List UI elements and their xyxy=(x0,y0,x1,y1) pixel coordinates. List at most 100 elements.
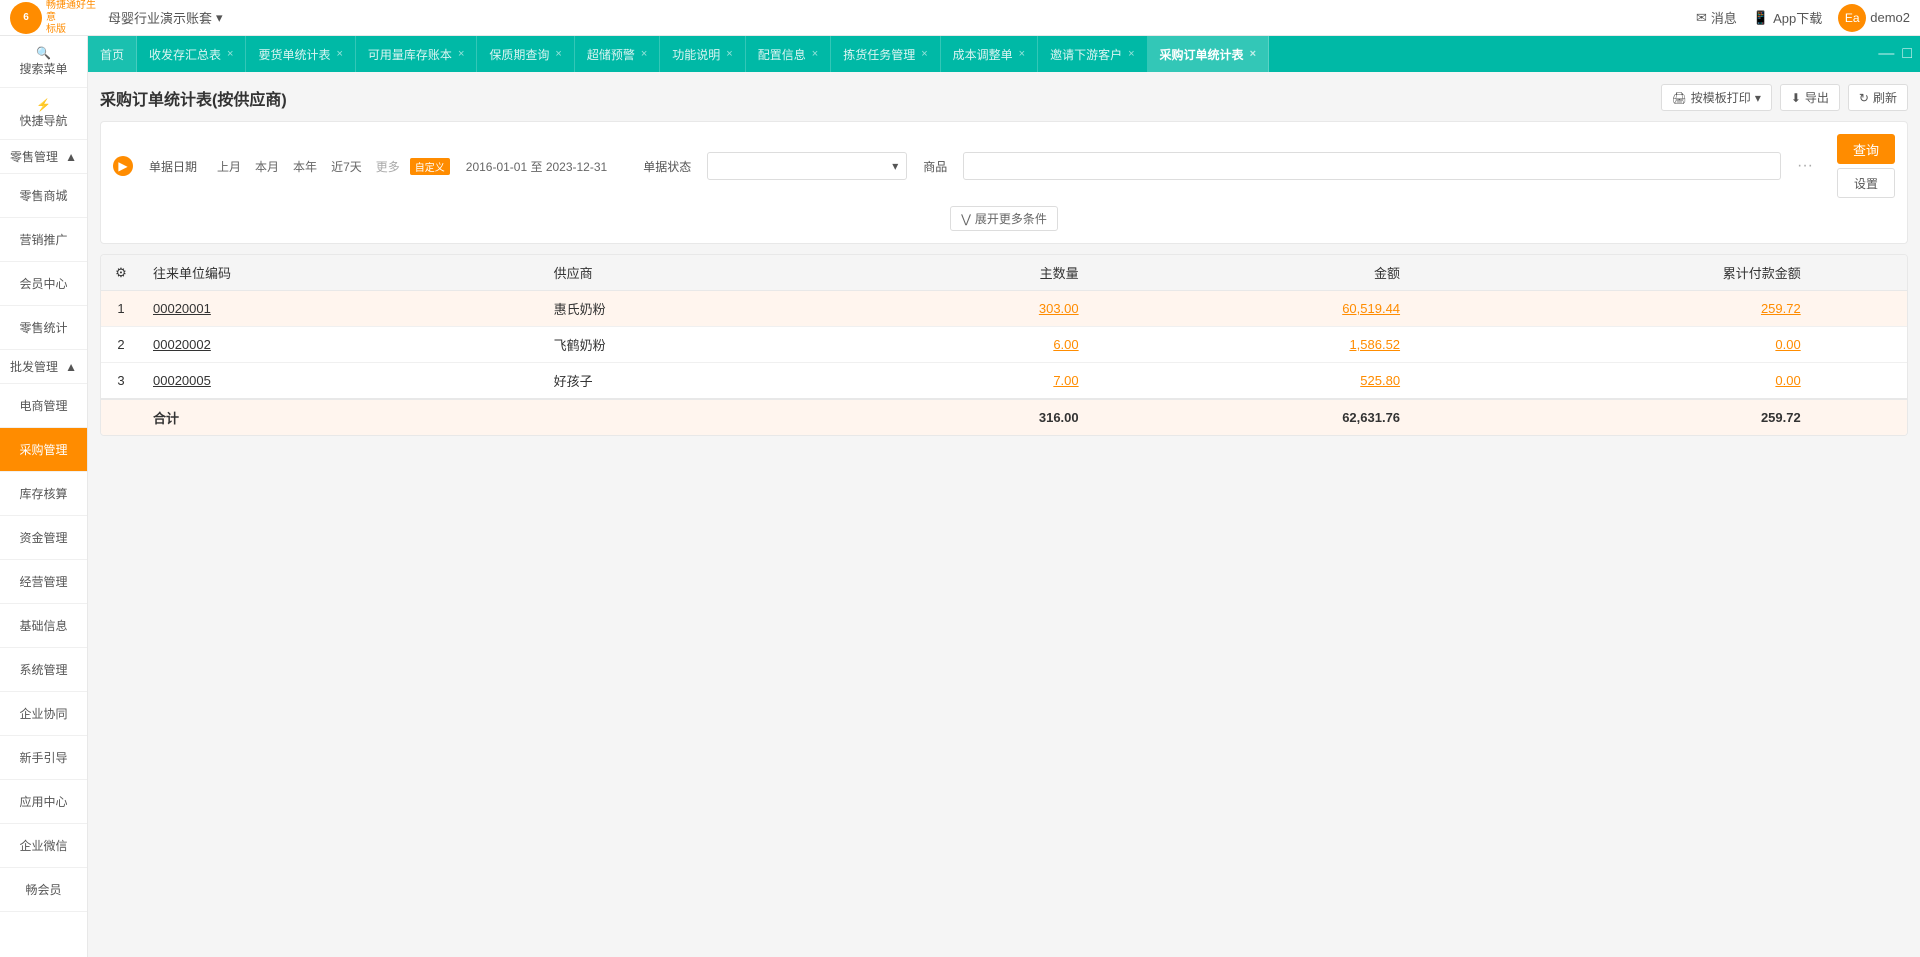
tab-label: 拣货任务管理 xyxy=(843,46,915,63)
row-extra xyxy=(1813,363,1907,400)
sidebar-item-inventory[interactable]: 库存核算 xyxy=(0,472,87,516)
sidebar-item-finance[interactable]: 资金管理 xyxy=(0,516,87,560)
close-icon[interactable]: × xyxy=(1128,48,1134,60)
row-code[interactable]: 00020002 xyxy=(141,327,542,363)
sidebar-item-enterprise-collab[interactable]: 企业协同 xyxy=(0,692,87,736)
th-settings[interactable]: ⚙ xyxy=(101,255,141,291)
sidebar-item-basic-info[interactable]: 基础信息 xyxy=(0,604,87,648)
export-label: 导出 xyxy=(1805,89,1829,106)
row-code[interactable]: 00020005 xyxy=(141,363,542,400)
tab-purchase-order-stats[interactable]: 采购订单统计表 × xyxy=(1148,36,1269,72)
shortcut-more[interactable]: 更多 xyxy=(372,157,404,176)
row-qty[interactable]: 7.00 xyxy=(840,363,1090,400)
row-qty[interactable]: 303.00 xyxy=(840,291,1090,327)
refresh-button[interactable]: ↻ 刷新 xyxy=(1848,84,1908,111)
row-code[interactable]: 00020001 xyxy=(141,291,542,327)
close-icon[interactable]: × xyxy=(227,48,233,60)
message-btn[interactable]: ✉ 消息 xyxy=(1696,8,1737,27)
close-icon[interactable]: × xyxy=(336,48,342,60)
tab-receive-summary[interactable]: 收发存汇总表 × xyxy=(137,36,246,72)
tab-available-inventory[interactable]: 可用量库存账本 × xyxy=(356,36,477,72)
export-button[interactable]: ⬇ 导出 xyxy=(1780,84,1840,111)
sidebar-item-label: 零售统计 xyxy=(19,319,67,336)
row-paid[interactable]: 0.00 xyxy=(1412,327,1813,363)
custom-badge[interactable]: 自定义 xyxy=(410,158,450,175)
close-icon[interactable]: × xyxy=(1019,48,1025,60)
row-paid[interactable]: 0.00 xyxy=(1412,363,1813,400)
row-amount[interactable]: 525.80 xyxy=(1091,363,1412,400)
sidebar-item-label: 企业微信 xyxy=(19,837,67,854)
row-no: 3 xyxy=(101,363,141,400)
shortcut-7days[interactable]: 近7天 xyxy=(327,157,366,176)
tab-requisition-stats[interactable]: 要货单统计表 × xyxy=(246,36,355,72)
row-supplier: 飞鹤奶粉 xyxy=(542,327,841,363)
sidebar-item-retail-stats[interactable]: 零售统计 xyxy=(0,306,87,350)
message-icon: ✉ xyxy=(1696,10,1707,26)
sidebar-item-search[interactable]: 🔍 搜索菜单 xyxy=(0,36,87,88)
minimize-button[interactable]: — xyxy=(1878,45,1894,63)
tab-invite-downstream[interactable]: 邀请下游客户 × xyxy=(1038,36,1147,72)
sidebar-item-label: 零售商城 xyxy=(19,187,67,204)
user-area[interactable]: Ea demo2 xyxy=(1838,4,1910,32)
sidebar-item-purchase[interactable]: 采购管理 xyxy=(0,428,87,472)
close-icon[interactable]: × xyxy=(458,48,464,60)
row-amount[interactable]: 60,519.44 xyxy=(1091,291,1412,327)
sidebar-item-enterprise-wechat[interactable]: 企业微信 xyxy=(0,824,87,868)
close-icon[interactable]: × xyxy=(921,48,927,60)
sidebar-item-label: 系统管理 xyxy=(19,661,67,678)
sidebar-item-retail-mall[interactable]: 零售商城 xyxy=(0,174,87,218)
status-select[interactable]: ▾ xyxy=(707,152,907,180)
template-print-button[interactable]: 🖨 按模板打印 ▾ xyxy=(1661,84,1772,111)
sidebar-item-retail-mgmt[interactable]: 零售管理 ▲ xyxy=(0,140,87,174)
settings-button[interactable]: 设置 xyxy=(1837,168,1895,198)
sidebar-item-newbie[interactable]: 新手引导 xyxy=(0,736,87,780)
footer-empty2 xyxy=(542,399,841,435)
close-icon[interactable]: × xyxy=(1250,48,1256,60)
app-download-label: App下载 xyxy=(1773,8,1822,27)
expand-icon: ⋁ xyxy=(961,212,971,226)
filter-toggle-btn[interactable]: ▶ xyxy=(113,156,133,176)
sidebar-item-app-center[interactable]: 应用中心 xyxy=(0,780,87,824)
sidebar: 🔍 搜索菜单 ⚡ 快捷导航 零售管理 ▲ 零售商城 营销推广 会员中心 零售统计… xyxy=(0,36,88,957)
print-icon: 🖨 xyxy=(1672,91,1687,105)
goods-input[interactable] xyxy=(963,152,1781,180)
maximize-button[interactable]: □ xyxy=(1902,45,1912,63)
expand-conditions-btn[interactable]: ⋁ 展开更多条件 xyxy=(950,206,1058,231)
message-label: 消息 xyxy=(1711,8,1737,27)
sidebar-item-label: 零售管理 xyxy=(10,148,58,165)
sidebar-item-vip[interactable]: 畅会员 xyxy=(0,868,87,912)
row-paid[interactable]: 259.72 xyxy=(1412,291,1813,327)
company-dropdown[interactable]: 母婴行业演示账套 ▾ xyxy=(98,8,1696,27)
tab-expiry-query[interactable]: 保质期查询 × xyxy=(477,36,574,72)
row-qty[interactable]: 6.00 xyxy=(840,327,1090,363)
app-download-btn[interactable]: 📱 App下载 xyxy=(1753,8,1822,27)
sidebar-item-wholesale[interactable]: 批发管理 ▲ xyxy=(0,350,87,384)
sidebar-item-quicknav[interactable]: ⚡ 快捷导航 xyxy=(0,88,87,140)
sidebar-item-member[interactable]: 会员中心 xyxy=(0,262,87,306)
shortcut-this-month[interactable]: 本月 xyxy=(251,157,283,176)
close-icon[interactable]: × xyxy=(812,48,818,60)
sidebar-item-operations[interactable]: 经营管理 xyxy=(0,560,87,604)
tab-config-info[interactable]: 配置信息 × xyxy=(746,36,831,72)
close-icon[interactable]: × xyxy=(726,48,732,60)
row-amount[interactable]: 1,586.52 xyxy=(1091,327,1412,363)
shortcut-last-month[interactable]: 上月 xyxy=(213,157,245,176)
refresh-label: 刷新 xyxy=(1873,89,1897,106)
shortcut-this-year[interactable]: 本年 xyxy=(289,157,321,176)
tab-home[interactable]: 首页 xyxy=(88,36,137,72)
sidebar-item-marketing[interactable]: 营销推广 xyxy=(0,218,87,262)
close-icon[interactable]: × xyxy=(555,48,561,60)
row-no: 2 xyxy=(101,327,141,363)
close-icon[interactable]: × xyxy=(641,48,647,60)
page-actions: 🖨 按模板打印 ▾ ⬇ 导出 ↻ 刷新 xyxy=(1661,84,1908,111)
tab-pick-task[interactable]: 拣货任务管理 × xyxy=(831,36,940,72)
more-options-btn[interactable]: ··· xyxy=(1797,157,1813,175)
sidebar-item-system[interactable]: 系统管理 xyxy=(0,648,87,692)
tab-function-desc[interactable]: 功能说明 × xyxy=(660,36,745,72)
th-amount: 金额 xyxy=(1091,255,1412,291)
sidebar-item-label: 库存核算 xyxy=(19,485,67,502)
tab-overstock-warning[interactable]: 超储预警 × xyxy=(575,36,660,72)
tab-cost-adjust[interactable]: 成本调整单 × xyxy=(941,36,1038,72)
query-button[interactable]: 查询 xyxy=(1837,134,1895,164)
sidebar-item-ecommerce[interactable]: 电商管理 xyxy=(0,384,87,428)
